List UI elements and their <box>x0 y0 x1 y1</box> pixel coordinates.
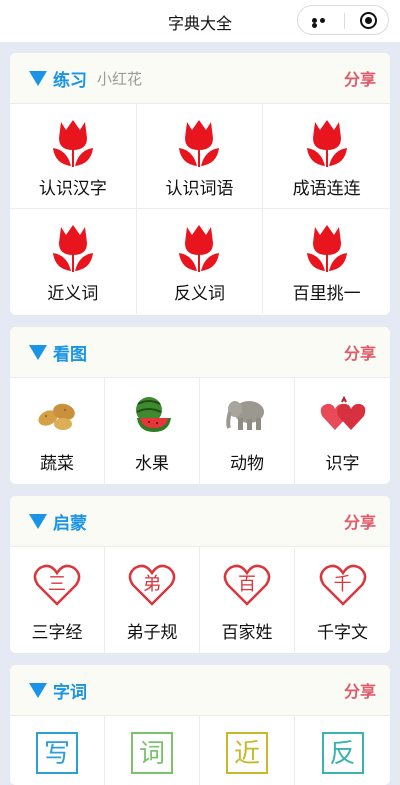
grid-item-label: 百家姓 <box>221 623 273 643</box>
grid-item-synonyms[interactable]: 近义词 <box>10 209 137 314</box>
grid-item-label: 弟子规 <box>126 623 178 643</box>
grid-item-opposite[interactable]: 反 <box>295 716 390 785</box>
grid-item-label: 百里挑一 <box>292 284 361 304</box>
close-icon[interactable] <box>360 12 377 29</box>
grid-item-recognize-words[interactable]: 认识词语 <box>136 104 264 209</box>
grid-item-label: 动物 <box>230 454 264 474</box>
share-button[interactable]: 分享 <box>344 66 376 90</box>
grid-item-label: 成语连连 <box>292 179 361 199</box>
triangle-down-icon <box>29 71 47 86</box>
char-box-icon: 词 <box>131 732 173 774</box>
nav-bar: 字典大全 <box>0 0 400 42</box>
hearts-icon <box>320 395 365 430</box>
char-box-icon: 写 <box>36 732 78 774</box>
triangle-down-icon <box>29 683 47 698</box>
triangle-down-icon <box>29 514 47 529</box>
heart-glyph: 百 <box>238 574 256 595</box>
grid-item-label: 蔬菜 <box>40 454 74 474</box>
section-title: 练习 <box>53 71 87 91</box>
tulip-icon <box>306 225 347 272</box>
elephant-icon <box>226 401 264 430</box>
section-words: 字词 分享 写 词 近 反 <box>10 665 390 785</box>
heart-icon: 弟 <box>127 563 177 607</box>
capsule-divider <box>344 13 345 29</box>
grid-item-idiom-match[interactable]: 成语连连 <box>263 104 390 209</box>
grid-item-label: 三字经 <box>31 623 83 643</box>
grid-item-literacy[interactable]: 识字 <box>295 378 390 484</box>
triangle-down-icon <box>29 345 47 360</box>
share-button[interactable]: 分享 <box>344 509 376 533</box>
heart-icon: 千 <box>318 563 368 607</box>
grid-item-hundred-surnames[interactable]: 百 百家姓 <box>200 547 295 653</box>
grid-item-label: 认识汉字 <box>38 179 107 199</box>
tulip-icon <box>306 120 347 167</box>
section-header: 练习 小红花 分享 <box>10 53 390 104</box>
watermelon-icon <box>136 397 171 432</box>
section-enlighten: 启蒙 分享 三 三字经 弟 弟子规 百 百家姓 千 千字文 <box>10 496 390 653</box>
heart-icon: 百 <box>222 563 272 607</box>
section-header: 字词 分享 <box>10 665 390 716</box>
char-box-icon: 反 <box>321 732 364 774</box>
grid-item-animals[interactable]: 动物 <box>200 378 295 484</box>
grid-item-recognize-chars[interactable]: 认识汉字 <box>10 104 137 209</box>
grid-item-label: 近义词 <box>47 284 99 304</box>
grid-item-label: 千字文 <box>317 623 368 643</box>
grid-item-label: 识字 <box>325 454 360 474</box>
grid-item-antonyms[interactable]: 反义词 <box>137 209 264 314</box>
grid-item-disciple-rules[interactable]: 弟 弟子规 <box>105 547 200 653</box>
grid-item-label: 水果 <box>135 454 169 474</box>
section-header: 启蒙 分享 <box>10 496 390 547</box>
heart-glyph: 三 <box>48 574 66 595</box>
grid-item-three-char-classic[interactable]: 三 三字经 <box>10 547 105 653</box>
grid-item-label: 认识词语 <box>165 179 234 199</box>
section-title: 看图 <box>53 345 87 365</box>
section-subtitle: 小红花 <box>97 70 143 88</box>
section-practice: 练习 小红花 分享 认识汉字 认识词语 成语连连 近义词 反义词 百里挑一 <box>10 53 390 315</box>
grid-item-pick-one[interactable]: 百里挑一 <box>263 209 390 314</box>
heart-icon: 三 <box>32 563 82 607</box>
section-header: 看图 分享 <box>10 327 390 378</box>
tulip-icon <box>179 225 220 272</box>
grid-item-thousand-char-text[interactable]: 千 千字文 <box>295 547 390 653</box>
tulip-icon <box>52 120 93 167</box>
grid-item-words[interactable]: 词 <box>105 716 200 785</box>
grid-item-fruit[interactable]: 水果 <box>105 378 200 484</box>
heart-glyph: 弟 <box>143 574 161 595</box>
tulip-icon <box>52 225 93 272</box>
potato-icon <box>38 403 75 430</box>
grid-item-write[interactable]: 写 <box>10 716 105 785</box>
share-button[interactable]: 分享 <box>344 340 376 364</box>
grid-item-near[interactable]: 近 <box>200 716 295 785</box>
section-pictures: 看图 分享 蔬菜 水果 动物 识字 <box>10 327 390 484</box>
capsule-menu <box>297 5 389 35</box>
tulip-icon <box>179 120 220 167</box>
grid-item-vegetables[interactable]: 蔬菜 <box>10 378 105 484</box>
more-icon[interactable] <box>312 18 334 28</box>
heart-glyph: 千 <box>333 574 352 595</box>
section-title: 启蒙 <box>53 514 87 534</box>
grid-item-label: 反义词 <box>173 284 225 304</box>
char-box-icon: 近 <box>226 732 268 774</box>
share-button[interactable]: 分享 <box>344 678 376 702</box>
section-title: 字词 <box>53 683 87 703</box>
